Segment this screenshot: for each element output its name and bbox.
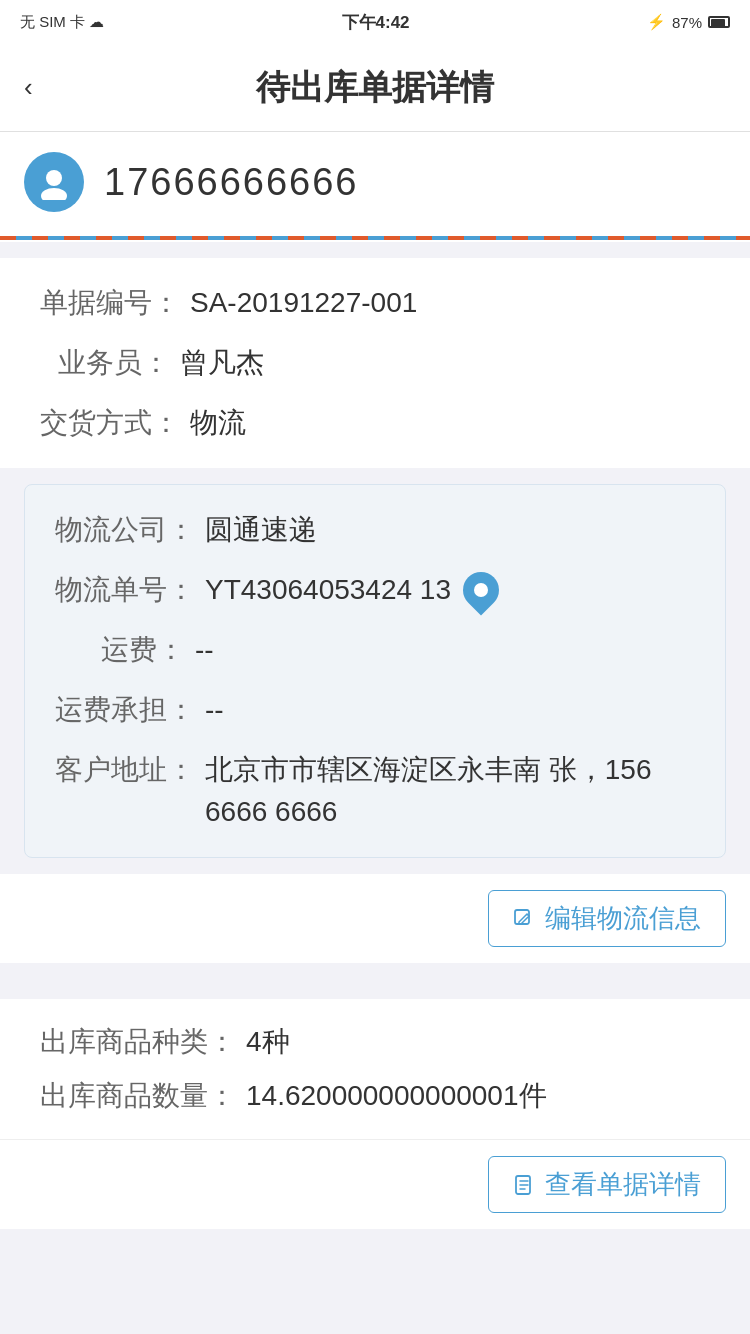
edit-logistics-row: 编辑物流信息 xyxy=(0,874,750,963)
delivery-value: 物流 xyxy=(190,402,710,444)
salesperson-label: 业务员： xyxy=(40,342,170,384)
battery-bar xyxy=(708,16,730,28)
section-separator xyxy=(0,963,750,983)
order-number-value: SA-20191227-001 xyxy=(190,282,710,324)
freight-bear-row: 运费承担： -- xyxy=(55,689,695,731)
delivery-row: 交货方式： 物流 xyxy=(40,402,710,444)
order-number-row: 单据编号： SA-20191227-001 xyxy=(40,282,710,324)
document-icon xyxy=(513,1174,535,1196)
product-type-value: 4种 xyxy=(246,1023,290,1061)
address-row: 客户地址： 北京市市辖区海淀区永丰南 张，156 6666 6666 xyxy=(55,749,695,833)
status-time: 下午4:42 xyxy=(342,11,410,34)
salesperson-row: 业务员： 曾凡杰 xyxy=(40,342,710,384)
product-type-row: 出库商品种类： 4种 xyxy=(40,1023,710,1061)
freight-bear-value: -- xyxy=(205,689,695,731)
dashed-divider xyxy=(0,232,750,242)
logistics-tracking-row: 物流单号： YT43064053424 13 xyxy=(55,569,695,611)
svg-rect-2 xyxy=(515,910,529,924)
logistics-company-value: 圆通速递 xyxy=(205,509,695,551)
customer-header: 17666666666 xyxy=(0,132,750,232)
product-quantity-row: 出库商品数量： 14.620000000000001件 xyxy=(40,1077,710,1115)
basic-info-card: 单据编号： SA-20191227-001 业务员： 曾凡杰 交货方式： 物流 xyxy=(0,258,750,468)
status-left: 无 SIM 卡 ☁ xyxy=(20,13,104,32)
page-title: 待出库单据详情 xyxy=(256,65,494,111)
freight-row: 运费： -- xyxy=(55,629,695,671)
order-number-label: 单据编号： xyxy=(40,282,180,324)
back-button[interactable]: ‹ xyxy=(24,72,33,103)
product-type-label: 出库商品种类： xyxy=(40,1023,236,1061)
salesperson-value: 曾凡杰 xyxy=(180,342,710,384)
freight-value: -- xyxy=(195,629,695,671)
view-detail-button[interactable]: 查看单据详情 xyxy=(488,1156,726,1213)
svg-point-0 xyxy=(46,170,62,186)
logistics-company-row: 物流公司： 圆通速递 xyxy=(55,509,695,551)
edit-icon xyxy=(513,908,535,930)
customer-phone: 17666666666 xyxy=(104,161,358,204)
edit-logistics-button[interactable]: 编辑物流信息 xyxy=(488,890,726,947)
avatar xyxy=(24,152,84,212)
freight-label: 运费： xyxy=(55,629,185,671)
nav-bar: ‹ 待出库单据详情 xyxy=(0,44,750,132)
sim-status: 无 SIM 卡 ☁ xyxy=(20,13,104,32)
product-quantity-label: 出库商品数量： xyxy=(40,1077,236,1115)
logistics-card: 物流公司： 圆通速递 物流单号： YT43064053424 13 运费： --… xyxy=(24,484,726,858)
battery-icon: ⚡ xyxy=(647,13,666,31)
svg-point-1 xyxy=(41,188,67,200)
location-pin-icon[interactable] xyxy=(456,565,507,616)
delivery-label: 交货方式： xyxy=(40,402,180,444)
logistics-company-label: 物流公司： xyxy=(55,509,195,551)
status-right: ⚡ 87% xyxy=(647,13,730,31)
battery-level: 87% xyxy=(672,14,702,31)
logistics-tracking-label: 物流单号： xyxy=(55,569,195,611)
empty-space xyxy=(0,1229,750,1334)
product-card: 出库商品种类： 4种 出库商品数量： 14.620000000000001件 xyxy=(0,999,750,1139)
freight-bear-label: 运费承担： xyxy=(55,689,195,731)
status-bar: 无 SIM 卡 ☁ 下午4:42 ⚡ 87% xyxy=(0,0,750,44)
address-value: 北京市市辖区海淀区永丰南 张，156 6666 6666 xyxy=(205,749,695,833)
view-detail-row: 查看单据详情 xyxy=(0,1139,750,1229)
product-quantity-value: 14.620000000000001件 xyxy=(246,1077,547,1115)
logistics-tracking-value: YT43064053424 13 xyxy=(205,569,695,611)
address-label: 客户地址： xyxy=(55,749,195,791)
